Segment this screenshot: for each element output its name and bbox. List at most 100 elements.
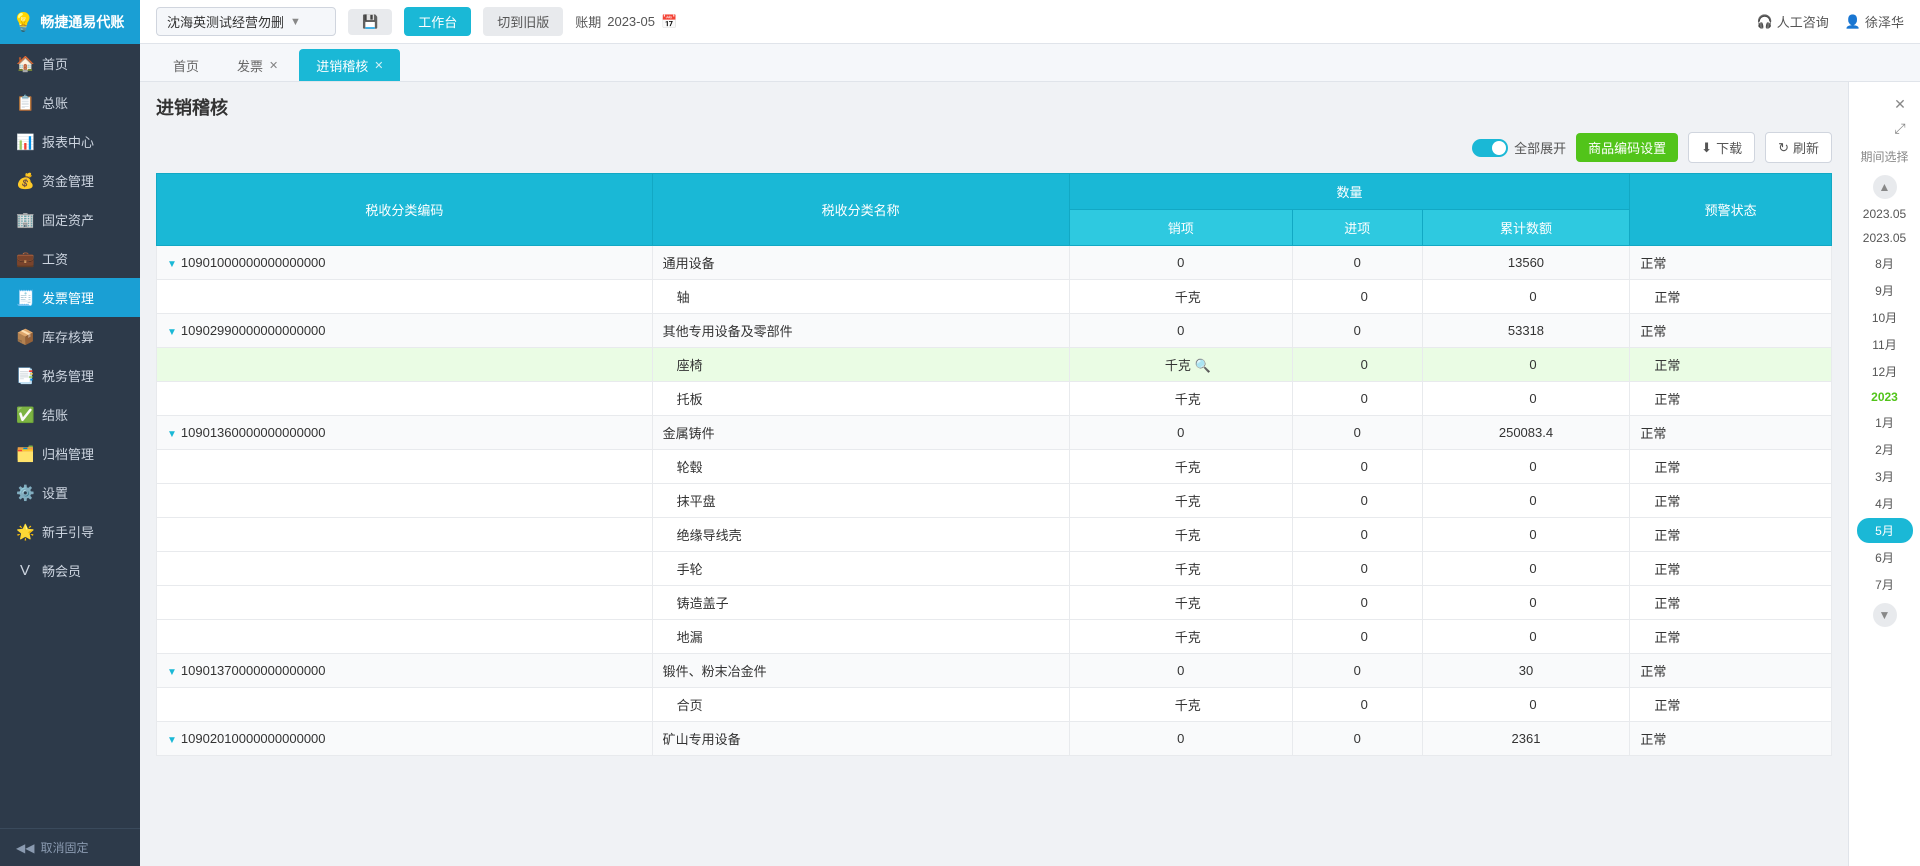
period-item[interactable]: 2023 [1857,386,1913,408]
tab-label: 进销稽核 [316,56,368,75]
cell-code: ▼10901370000000000000 [157,654,653,688]
sidebar-item-assets[interactable]: 🏢固定资产 [0,200,140,239]
cell-purchase: 0 [1422,620,1630,654]
sidebar-item-vip[interactable]: V畅会员 [0,551,140,590]
vip-icon: V [16,562,34,579]
cell-name: 绝缘导线壳 [652,518,1069,552]
period-item[interactable]: 10月 [1857,305,1913,330]
support-link[interactable]: 🎧 人工咨询 [1757,12,1829,31]
period-list: 2023.052023.058月9月10月11月12月20231月2月3月4月5… [1857,203,1913,599]
cell-purchase: 0 [1292,314,1422,348]
switch-version-button[interactable]: 切到旧版 [483,7,563,36]
page-area: 进销稽核 全部展开 商品编码设置 ⬇ 下载 ↻ 刷新 [140,82,1920,866]
sidebar-item-funds[interactable]: 💰资金管理 [0,161,140,200]
cell-unit: 千克 [1069,518,1292,552]
sidebar-item-guide[interactable]: 🌟 新手引导 [0,512,140,551]
scroll-down-button[interactable]: ▼ [1873,603,1897,627]
sidebar-item-label: 工资 [42,249,68,268]
close-panel-button[interactable]: ✕ [1888,92,1912,116]
tax-icon: 📑 [16,367,34,385]
user-info[interactable]: 👤 徐泽华 [1845,12,1904,31]
footer-label: 取消固定 [40,839,88,856]
refresh-button[interactable]: ↻ 刷新 [1765,132,1832,163]
cell-warning: 正常 [1630,314,1832,348]
tab-close-icon[interactable]: ✕ [374,59,383,72]
search-icon[interactable]: 🔍 [1194,358,1210,373]
calendar-icon[interactable]: 📅 [661,14,677,30]
expand-all-toggle[interactable]: 全部展开 [1472,138,1566,157]
sidebar-item-inventory[interactable]: 📦库存核算 [0,317,140,356]
sidebar-item-reports[interactable]: 📊报表中心 [0,122,140,161]
workbench-button[interactable]: 工作台 [404,7,471,36]
cell-purchase: 0 [1292,654,1422,688]
main-area: 沈海英测试经营勿删 ▼ 💾 工作台 切到旧版 账期 2023-05 📅 🎧 人工… [140,0,1920,866]
sidebar-item-tax[interactable]: 📑税务管理 [0,356,140,395]
period-value: 2023-05 [607,14,655,29]
expand-panel-button[interactable]: ⤢ [1888,116,1912,140]
cell-purchase: 0 [1422,450,1630,484]
table-row: 合页 千克 0 0 正常 [157,688,1832,722]
sidebar-item-checkout[interactable]: ✅结账 [0,395,140,434]
tab-home[interactable]: 首页 [156,49,216,81]
th-warning: 预警状态 [1630,174,1832,246]
period-item[interactable]: 1月 [1857,410,1913,435]
sidebar-item-payroll[interactable]: 💼工资 [0,239,140,278]
cell-purchase: 0 [1422,484,1630,518]
cell-unit: 千克 [1069,450,1292,484]
cell-warning: 正常 [1630,416,1832,450]
period-item[interactable]: 6月 [1857,545,1913,570]
archive-icon: 🗂️ [16,445,34,463]
tab-reconcile[interactable]: 进销稽核 ✕ [299,49,400,81]
period-item[interactable]: 8月 [1857,251,1913,276]
cell-warning: 正常 [1630,654,1832,688]
period-select-label: 期间选择 [1860,148,1908,165]
cell-name: 金属铸件 [652,416,1069,450]
cell-sales: 0 [1292,382,1422,416]
topbar: 沈海英测试经营勿删 ▼ 💾 工作台 切到旧版 账期 2023-05 📅 🎧 人工… [140,0,1920,44]
period-item[interactable]: 12月 [1857,359,1913,384]
assets-icon: 🏢 [16,211,34,229]
data-table: 税收分类编码 税收分类名称 数量 预警状态 销项 进项 累计数额 ▼109010… [156,173,1832,756]
period-item[interactable]: 2023.05 [1857,203,1913,225]
table-row: ▼10901360000000000000 金属铸件 0 0 250083.4 … [157,416,1832,450]
period-item[interactable]: 4月 [1857,491,1913,516]
cell-warning: 正常 [1630,518,1832,552]
period-info: 账期 2023-05 📅 [575,12,677,31]
company-select[interactable]: 沈海英测试经营勿删 ▼ [156,7,336,36]
period-item[interactable]: 5月 [1857,518,1913,543]
settings-icon: ⚙️ [16,484,34,502]
period-item[interactable]: 2月 [1857,437,1913,462]
download-button[interactable]: ⬇ 下载 [1688,132,1755,163]
cell-purchase: 0 [1422,552,1630,586]
refresh-icon: ↻ [1778,140,1789,156]
period-item[interactable]: 9月 [1857,278,1913,303]
period-item[interactable]: 7月 [1857,572,1913,597]
scroll-up-button[interactable]: ▲ [1873,175,1897,199]
sidebar-item-label: 新手引导 [42,522,94,541]
cell-total: 250083.4 [1422,416,1630,450]
app-logo: 💡 畅捷通易代账 [0,0,140,44]
tab-invoice[interactable]: 发票✕ [220,49,295,81]
sidebar-item-ledger[interactable]: 📋总账 [0,83,140,122]
save-button[interactable]: 💾 [348,9,392,35]
cell-name: 地漏 [652,620,1069,654]
sidebar-footer[interactable]: ◀◀ 取消固定 [0,828,140,866]
sidebar-item-label: 设置 [42,483,68,502]
cell-sales: 0 [1292,552,1422,586]
cell-name: 轮毂 [652,450,1069,484]
tab-label: 首页 [173,56,199,75]
product-code-button[interactable]: 商品编码设置 [1576,133,1678,162]
guide-icon: 🌟 [16,523,34,541]
period-item[interactable]: 2023.05 [1857,227,1913,249]
sidebar-item-archive[interactable]: 🗂️归档管理 [0,434,140,473]
tab-close-icon[interactable]: ✕ [269,59,278,72]
cell-name: 托板 [652,382,1069,416]
sidebar-item-settings[interactable]: ⚙️ 设置 [0,473,140,512]
sidebar-item-invoice[interactable]: 🧾发票管理 [0,278,140,317]
toggle-switch[interactable] [1472,139,1508,157]
sidebar-item-label: 发票管理 [42,288,94,307]
sidebar-item-home[interactable]: 🏠首页 [0,44,140,83]
cell-name: 抹平盘 [652,484,1069,518]
period-item[interactable]: 3月 [1857,464,1913,489]
period-item[interactable]: 11月 [1857,332,1913,357]
